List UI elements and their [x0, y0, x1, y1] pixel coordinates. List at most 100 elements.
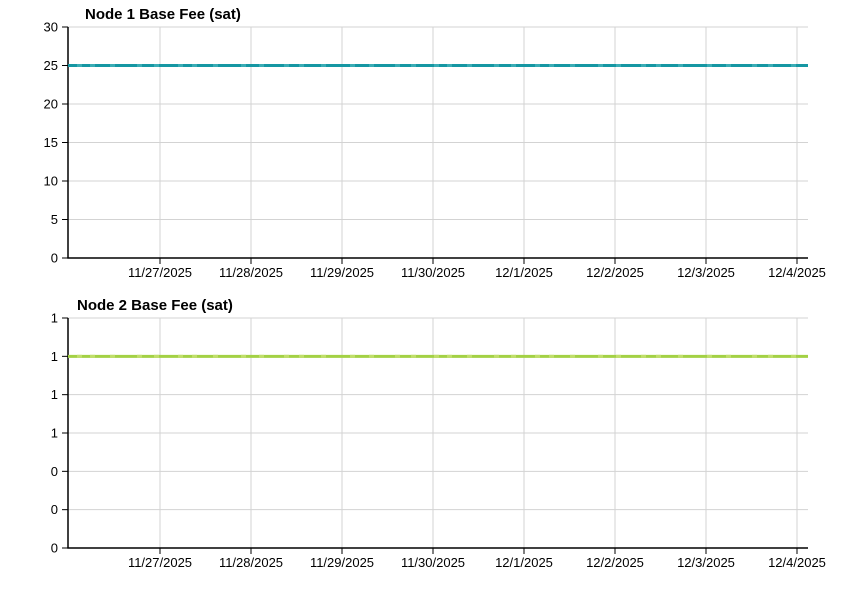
point-marker	[213, 64, 218, 67]
point-marker	[395, 354, 400, 358]
point-marker	[511, 64, 516, 67]
x-tick-label: 11/30/2025	[401, 265, 465, 280]
y-tick-label: 5	[51, 212, 58, 227]
point-marker	[259, 354, 264, 358]
y-tick-label: 10	[44, 174, 58, 189]
point-marker	[77, 64, 82, 67]
point-marker	[494, 354, 499, 358]
point-marker	[321, 354, 326, 358]
point-marker	[570, 354, 575, 358]
y-tick-label: 20	[44, 97, 58, 112]
x-tick-label: 12/4/2025	[768, 555, 826, 570]
point-marker	[616, 64, 621, 67]
point-marker	[241, 64, 246, 67]
x-tick-label: 11/30/2025	[401, 555, 465, 570]
point-marker	[678, 64, 683, 67]
point-marker	[321, 64, 326, 67]
x-tick-label: 12/2/2025	[586, 555, 644, 570]
y-tick-label: 0	[51, 464, 58, 479]
point-marker	[284, 64, 289, 67]
point-marker	[726, 354, 731, 358]
point-marker	[535, 64, 540, 67]
y-tick-label: 0	[51, 251, 58, 266]
point-marker	[178, 64, 183, 67]
point-marker	[570, 64, 575, 67]
point-marker	[110, 64, 115, 67]
point-marker	[535, 354, 540, 358]
point-marker	[350, 64, 355, 67]
point-marker	[707, 64, 712, 67]
point-marker	[395, 64, 400, 67]
point-marker	[752, 64, 757, 67]
point-marker	[447, 64, 452, 67]
point-marker	[241, 354, 246, 358]
point-marker	[467, 64, 472, 67]
point-marker	[598, 64, 603, 67]
point-marker	[369, 354, 374, 358]
y-tick-label: 0	[51, 502, 58, 517]
point-marker	[707, 354, 712, 358]
point-marker	[90, 64, 95, 67]
point-marker	[752, 354, 757, 358]
point-marker	[213, 354, 218, 358]
chart-dashboard: 30 25 20 15 10 5 0 11/27/2025 11/28/2025 11/29/20…	[0, 0, 860, 600]
y-tick-label: 1	[51, 349, 58, 364]
point-marker	[411, 354, 416, 358]
point-marker	[77, 354, 82, 358]
x-tick-label: 12/1/2025	[495, 555, 553, 570]
point-marker	[447, 354, 452, 358]
point-marker	[299, 354, 304, 358]
chart-2-title: Node 2 Base Fee (sat)	[77, 297, 233, 314]
point-marker	[178, 354, 183, 358]
point-marker	[791, 354, 796, 358]
point-marker	[192, 354, 197, 358]
x-tick-label: 11/29/2025	[310, 265, 374, 280]
point-marker	[299, 64, 304, 67]
x-tick-label: 12/4/2025	[768, 265, 826, 280]
point-marker	[350, 354, 355, 358]
x-tick-label: 12/2/2025	[586, 265, 644, 280]
point-marker	[467, 354, 472, 358]
point-marker	[511, 354, 516, 358]
point-marker	[549, 64, 554, 67]
point-marker	[656, 64, 661, 67]
point-marker	[434, 354, 439, 358]
point-marker	[656, 354, 661, 358]
point-marker	[726, 64, 731, 67]
x-tick-label: 11/29/2025	[310, 555, 374, 570]
chart-1-title: Node 1 Base Fee (sat)	[85, 6, 241, 23]
x-tick-label: 11/28/2025	[219, 265, 283, 280]
point-marker	[154, 64, 159, 67]
y-tick-label: 1	[51, 387, 58, 402]
point-marker	[90, 354, 95, 358]
x-tick-label: 11/28/2025	[219, 555, 283, 570]
x-tick-label: 12/1/2025	[495, 265, 553, 280]
y-tick-label: 0	[51, 541, 58, 556]
point-marker	[284, 354, 289, 358]
point-marker	[641, 64, 646, 67]
x-tick-label: 12/3/2025	[677, 265, 735, 280]
point-marker	[369, 64, 374, 67]
x-tick-label: 11/27/2025	[128, 265, 192, 280]
point-marker	[494, 64, 499, 67]
point-marker	[616, 354, 621, 358]
point-marker	[641, 354, 646, 358]
point-marker	[678, 354, 683, 358]
y-tick-label: 15	[44, 135, 58, 150]
x-tick-label: 12/3/2025	[677, 555, 735, 570]
point-marker	[259, 64, 264, 67]
point-marker	[137, 64, 142, 67]
x-tick-label: 11/27/2025	[128, 555, 192, 570]
y-tick-label: 1	[51, 311, 58, 326]
point-marker	[137, 354, 142, 358]
point-marker	[768, 64, 773, 67]
point-marker	[549, 354, 554, 358]
y-tick-label: 30	[44, 20, 58, 35]
point-marker	[768, 354, 773, 358]
point-marker	[434, 64, 439, 67]
y-tick-label: 25	[44, 58, 58, 73]
y-tick-label: 1	[51, 426, 58, 441]
point-marker	[598, 354, 603, 358]
point-marker	[154, 354, 159, 358]
point-marker	[411, 64, 416, 67]
